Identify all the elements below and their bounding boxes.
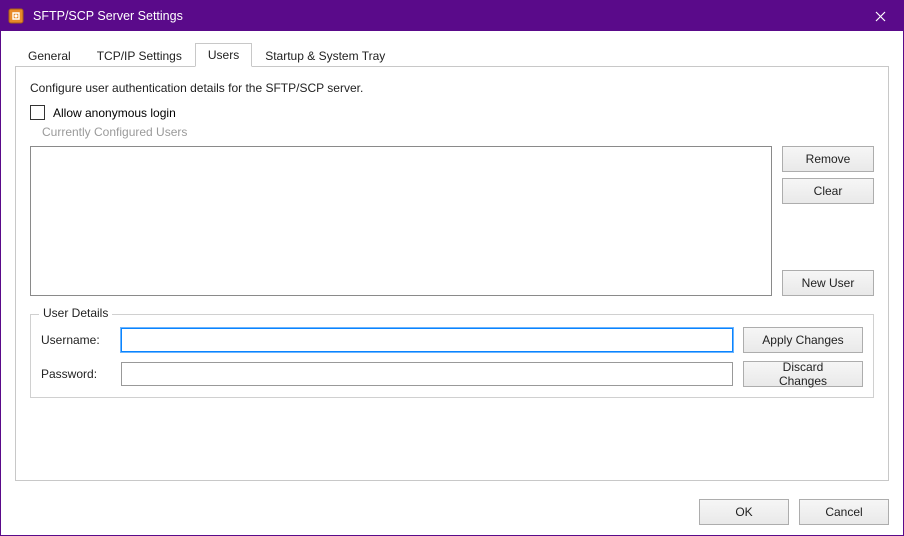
settings-window: SFTP/SCP Server Settings General TCP/IP … [0,0,904,536]
client-area: General TCP/IP Settings Users Startup & … [1,31,903,491]
dialog-buttons: OK Cancel [1,491,903,535]
configured-users-list[interactable] [30,146,772,296]
password-input[interactable] [121,362,733,386]
page-description: Configure user authentication details fo… [30,81,874,95]
ok-button[interactable]: OK [699,499,789,525]
tab-tcpip-settings[interactable]: TCP/IP Settings [84,44,195,67]
allow-anonymous-row: Allow anonymous login [30,105,874,120]
discard-changes-button[interactable]: Discard Changes [743,361,863,387]
users-tabpage: Configure user authentication details fo… [15,67,889,481]
users-buttons: Remove Clear New User [782,146,874,296]
configured-users-group: Currently Configured Users Remove Clear … [30,134,874,296]
allow-anonymous-checkbox[interactable] [30,105,45,120]
password-label: Password: [41,367,111,381]
tab-general[interactable]: General [15,44,84,67]
new-user-button[interactable]: New User [782,270,874,296]
username-label: Username: [41,333,111,347]
configured-users-legend: Currently Configured Users [38,125,191,139]
allow-anonymous-label: Allow anonymous login [53,106,176,120]
window-title: SFTP/SCP Server Settings [33,9,857,23]
app-icon [7,7,25,25]
tab-startup-system-tray[interactable]: Startup & System Tray [252,44,398,67]
cancel-button[interactable]: Cancel [799,499,889,525]
apply-changes-button[interactable]: Apply Changes [743,327,863,353]
tabstrip: General TCP/IP Settings Users Startup & … [15,41,889,67]
tab-users[interactable]: Users [195,43,252,67]
remove-button[interactable]: Remove [782,146,874,172]
close-button[interactable] [857,1,903,31]
username-input[interactable] [121,328,733,352]
user-details-legend: User Details [39,306,112,320]
clear-button[interactable]: Clear [782,178,874,204]
titlebar: SFTP/SCP Server Settings [1,1,903,31]
user-details-group: User Details Username: Apply Changes Pas… [30,314,874,398]
